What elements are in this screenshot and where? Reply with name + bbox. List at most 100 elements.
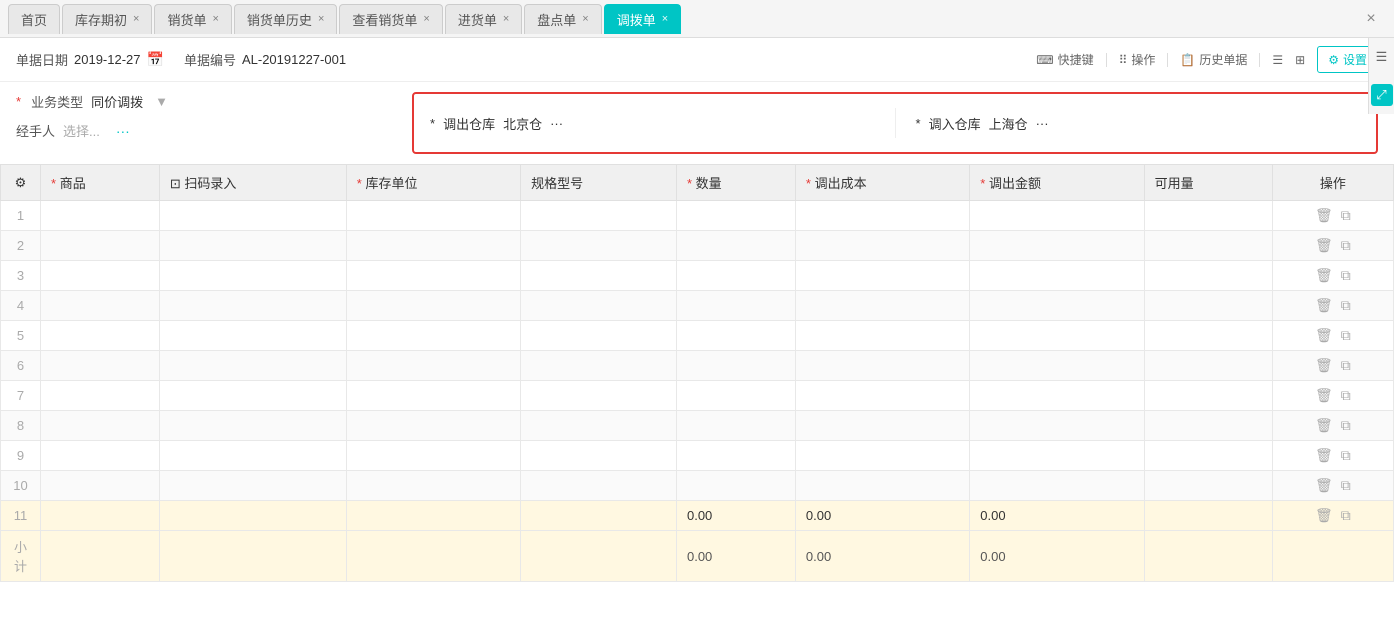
row-actions: 🗑 ⧉ (1272, 411, 1393, 441)
row-cost[interactable] (795, 351, 969, 381)
view-toggle-list[interactable]: ☰ (1272, 53, 1283, 67)
row-product[interactable] (41, 441, 160, 471)
tab-transfer[interactable]: 调拨单 × (604, 4, 681, 34)
row-copy-icon[interactable]: ⧉ (1341, 327, 1351, 344)
row-amount[interactable] (970, 471, 1144, 501)
row-delete-icon[interactable]: 🗑 (1315, 387, 1333, 404)
row-product[interactable] (41, 231, 160, 261)
row-product[interactable] (41, 411, 160, 441)
tab-transfer-close[interactable]: × (662, 13, 668, 25)
row-delete-icon[interactable]: 🗑 (1315, 297, 1333, 314)
row-cost[interactable] (795, 201, 969, 231)
tab-purchase[interactable]: 进货单 × (445, 4, 522, 34)
row-delete-icon[interactable]: 🗑 (1315, 357, 1333, 374)
row-product[interactable] (41, 201, 160, 231)
row-copy-icon[interactable]: ⧉ (1341, 207, 1351, 224)
side-list-btn[interactable]: ☰ (1371, 46, 1393, 68)
row-qty[interactable] (676, 321, 795, 351)
row-delete-icon[interactable]: 🗑 (1315, 477, 1333, 494)
calendar-icon[interactable]: 📅 (147, 51, 164, 68)
tab-sales-history[interactable]: 销货单历史 × (234, 4, 337, 34)
quick-key-button[interactable]: ⌨ 快捷键 (1036, 51, 1093, 68)
row-delete-icon[interactable]: 🗑 (1315, 417, 1333, 434)
tab-inventory-init[interactable]: 库存期初 × (62, 4, 152, 34)
row-product[interactable] (41, 381, 160, 411)
close-page-button[interactable]: × (1356, 4, 1386, 34)
row-copy-icon[interactable]: ⧉ (1341, 267, 1351, 284)
row-product[interactable] (41, 471, 160, 501)
row-qty[interactable] (676, 471, 795, 501)
row-copy-icon[interactable]: ⧉ (1341, 297, 1351, 314)
row-product[interactable] (41, 351, 160, 381)
row-qty[interactable] (676, 201, 795, 231)
row-cost[interactable] (795, 321, 969, 351)
source-warehouse-more[interactable]: ··· (550, 116, 563, 131)
row-qty[interactable] (676, 291, 795, 321)
row-cost[interactable] (795, 381, 969, 411)
row-delete-icon[interactable]: 🗑 (1315, 237, 1333, 254)
row-copy-icon[interactable]: ⧉ (1341, 237, 1351, 254)
subtotal-actions: 🗑 ⧉ (1272, 501, 1393, 531)
row-delete-icon[interactable]: 🗑 (1315, 207, 1333, 224)
tab-home[interactable]: 首页 (8, 4, 60, 34)
business-type-field: * 业务类型 同价调拨 ▼ (16, 92, 396, 111)
subtotal-row-actions (1272, 531, 1393, 582)
row-amount[interactable] (970, 381, 1144, 411)
row-cost[interactable] (795, 291, 969, 321)
tab-stocktake[interactable]: 盘点单 × (524, 4, 601, 34)
tab-sales-order-close[interactable]: × (212, 13, 218, 25)
row-cost[interactable] (795, 441, 969, 471)
operations-button[interactable]: ⠿ 操作 (1119, 51, 1156, 68)
tab-view-sales[interactable]: 查看销货单 × (339, 4, 442, 34)
handler-more-btn[interactable]: ··· (116, 123, 130, 139)
row-product[interactable] (41, 261, 160, 291)
row-qty[interactable] (676, 381, 795, 411)
scan-button[interactable]: ⊡ 扫码录入 (170, 173, 237, 192)
row-delete-icon[interactable]: 🗑 (1315, 327, 1333, 344)
row-amount[interactable] (970, 411, 1144, 441)
row-cost[interactable] (795, 471, 969, 501)
row-cost[interactable] (795, 411, 969, 441)
row-cost[interactable] (795, 231, 969, 261)
tab-inventory-init-close[interactable]: × (133, 13, 139, 25)
row-copy-icon[interactable]: ⧉ (1341, 417, 1351, 434)
history-label: 历史单据 (1199, 51, 1247, 68)
th-gear[interactable]: ⚙ (1, 165, 41, 201)
tab-sales-history-close[interactable]: × (318, 13, 324, 25)
business-type-dropdown[interactable]: ▼ (155, 94, 168, 109)
row-amount[interactable] (970, 351, 1144, 381)
row-amount[interactable] (970, 321, 1144, 351)
row-product[interactable] (41, 291, 160, 321)
tab-purchase-close[interactable]: × (503, 13, 509, 25)
view-toggle-grid[interactable]: ⊞ (1295, 53, 1305, 67)
row-delete-icon[interactable]: 🗑 (1315, 447, 1333, 464)
row-copy-icon[interactable]: ⧉ (1341, 447, 1351, 464)
row-delete-icon[interactable]: 🗑 (1315, 267, 1333, 284)
row-qty[interactable] (676, 261, 795, 291)
row-qty[interactable] (676, 231, 795, 261)
tab-view-sales-close[interactable]: × (423, 13, 429, 25)
side-expand-btn[interactable]: ⤢ (1371, 84, 1393, 106)
row-amount[interactable] (970, 231, 1144, 261)
row-amount[interactable] (970, 291, 1144, 321)
row-qty[interactable] (676, 411, 795, 441)
subtotal-delete-icon[interactable]: 🗑 (1315, 507, 1333, 524)
handler-value[interactable]: 选择... (63, 121, 100, 140)
row-qty[interactable] (676, 351, 795, 381)
row-copy-icon[interactable]: ⧉ (1341, 387, 1351, 404)
row-amount[interactable] (970, 261, 1144, 291)
row-cost[interactable] (795, 261, 969, 291)
row-copy-icon[interactable]: ⧉ (1341, 477, 1351, 494)
subtotal-copy-icon[interactable]: ⧉ (1341, 507, 1351, 524)
tab-sales-order[interactable]: 销货单 × (154, 4, 231, 34)
th-amount-required: * (980, 176, 985, 191)
tab-stocktake-close[interactable]: × (582, 13, 588, 25)
row-copy-icon[interactable]: ⧉ (1341, 357, 1351, 374)
history-button[interactable]: 📋 历史单据 (1180, 51, 1247, 68)
row-amount[interactable] (970, 441, 1144, 471)
row-amount[interactable] (970, 201, 1144, 231)
target-warehouse-more[interactable]: ··· (1036, 116, 1049, 131)
row-qty[interactable] (676, 441, 795, 471)
row-product[interactable] (41, 321, 160, 351)
th-spec: 规格型号 (521, 165, 677, 201)
